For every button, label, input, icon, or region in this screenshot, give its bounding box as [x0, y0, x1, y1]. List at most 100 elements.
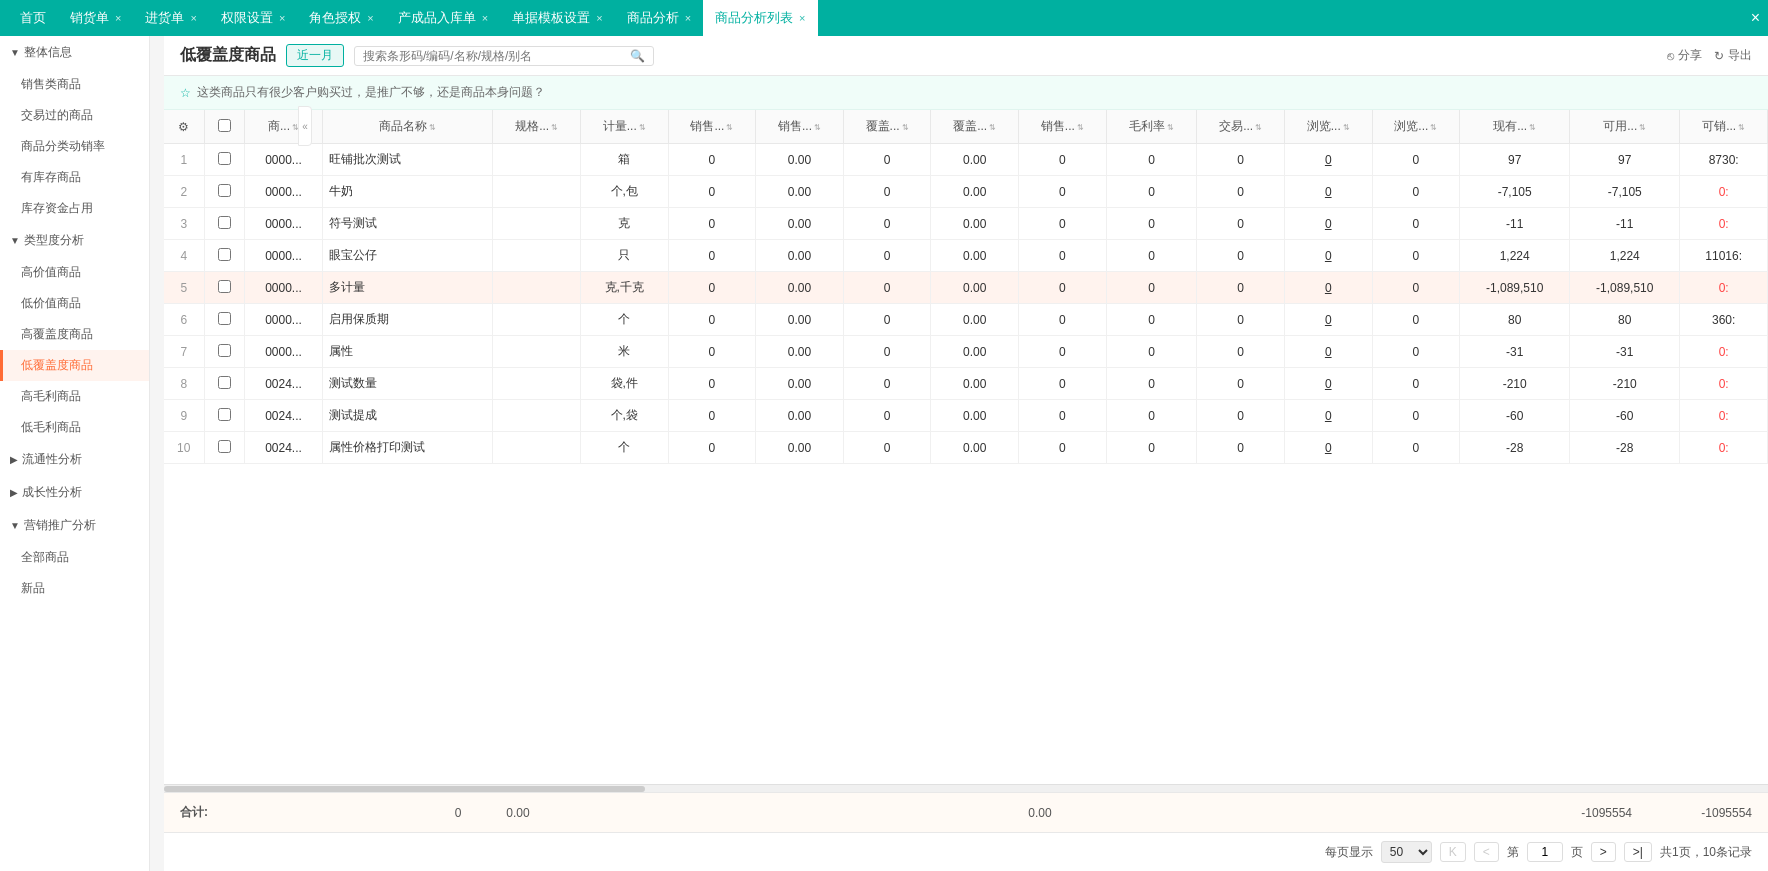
row-checkbox[interactable]: [204, 336, 245, 368]
sidebar-section-overall[interactable]: ▼ 整体信息: [0, 36, 149, 69]
row-view1[interactable]: 0: [1284, 432, 1372, 464]
column-sales1[interactable]: 销售...⇅: [668, 110, 756, 144]
sidebar-section-growth[interactable]: ▶ 成长性分析: [0, 476, 149, 509]
row-view1[interactable]: 0: [1284, 240, 1372, 272]
nav-item-templates[interactable]: 单据模板设置 ×: [500, 0, 614, 36]
column-coverage2[interactable]: 覆盖...⇅: [931, 110, 1019, 144]
row-checkbox[interactable]: [204, 304, 245, 336]
column-checkbox[interactable]: [204, 110, 245, 144]
column-sales3[interactable]: 销售...⇅: [1019, 110, 1107, 144]
prev-page-button[interactable]: <: [1474, 842, 1499, 862]
sidebar-item-sales-goods[interactable]: 销售类商品: [0, 69, 149, 100]
close-icon[interactable]: ×: [685, 12, 691, 24]
sidebar-item-high-margin[interactable]: 高毛利商品: [0, 381, 149, 412]
row-checkbox[interactable]: [204, 176, 245, 208]
next-page-button[interactable]: >: [1591, 842, 1616, 862]
row-checkbox[interactable]: [204, 272, 245, 304]
last-page-button[interactable]: >|: [1624, 842, 1652, 862]
horizontal-scrollbar[interactable]: [164, 784, 1768, 792]
row-name[interactable]: 旺铺批次测试: [322, 144, 492, 176]
nav-item-permissions[interactable]: 权限设置 ×: [209, 0, 297, 36]
share-button[interactable]: ⎋ 分享: [1667, 47, 1702, 64]
nav-item-roles[interactable]: 角色授权 ×: [297, 0, 385, 36]
close-icon[interactable]: ×: [115, 12, 121, 24]
close-icon[interactable]: ×: [367, 12, 373, 24]
page-number-input[interactable]: [1527, 842, 1563, 862]
row-name[interactable]: 多计量: [322, 272, 492, 304]
filter-recent-button[interactable]: 近一月: [286, 44, 344, 67]
close-all-button[interactable]: ×: [1751, 9, 1760, 27]
sidebar-section-type[interactable]: ▼ 类型度分析: [0, 224, 149, 257]
sidebar-item-low-margin[interactable]: 低毛利商品: [0, 412, 149, 443]
column-margin[interactable]: 毛利率⇅: [1106, 110, 1197, 144]
sidebar-item-low-coverage[interactable]: 低覆盖度商品: [0, 350, 149, 381]
close-icon[interactable]: ×: [596, 12, 602, 24]
nav-item-analysis[interactable]: 商品分析 ×: [615, 0, 703, 36]
sidebar-item-stock-capital[interactable]: 库存资金占用: [0, 193, 149, 224]
nav-item-purchase[interactable]: 进货单 ×: [133, 0, 208, 36]
row-name[interactable]: 属性价格打印测试: [322, 432, 492, 464]
row-view1[interactable]: 0: [1284, 144, 1372, 176]
search-input[interactable]: [363, 49, 630, 63]
export-button[interactable]: ↻ 导出: [1714, 47, 1752, 64]
column-spec[interactable]: 规格...⇅: [493, 110, 581, 144]
row-view1[interactable]: 0: [1284, 304, 1372, 336]
row-view1[interactable]: 0: [1284, 272, 1372, 304]
row-name[interactable]: 眼宝公仔: [322, 240, 492, 272]
row-view1[interactable]: 0: [1284, 368, 1372, 400]
sidebar-item-high-value[interactable]: 高价值商品: [0, 257, 149, 288]
row-spec: [493, 304, 581, 336]
sidebar-collapse-button[interactable]: «: [298, 106, 312, 146]
row-name[interactable]: 启用保质期: [322, 304, 492, 336]
search-box[interactable]: 🔍: [354, 46, 654, 66]
column-view1[interactable]: 浏览...⇅: [1284, 110, 1372, 144]
row-name[interactable]: 测试数量: [322, 368, 492, 400]
sidebar-item-category-rate[interactable]: 商品分类动销率: [0, 131, 149, 162]
sidebar-item-in-stock[interactable]: 有库存商品: [0, 162, 149, 193]
sidebar-section-marketing[interactable]: ▼ 营销推广分析: [0, 509, 149, 542]
nav-item-analysis-list[interactable]: 商品分析列表 ×: [703, 0, 817, 36]
row-name[interactable]: 属性: [322, 336, 492, 368]
nav-item-sales[interactable]: 销货单 ×: [58, 0, 133, 36]
row-checkbox[interactable]: [204, 400, 245, 432]
sidebar-item-high-coverage[interactable]: 高覆盖度商品: [0, 319, 149, 350]
column-sales2[interactable]: 销售...⇅: [756, 110, 844, 144]
sidebar-item-new-goods[interactable]: 新品: [0, 573, 149, 604]
row-checkbox[interactable]: [204, 144, 245, 176]
sidebar-item-low-value[interactable]: 低价值商品: [0, 288, 149, 319]
close-icon[interactable]: ×: [279, 12, 285, 24]
row-view1[interactable]: 0: [1284, 336, 1372, 368]
row-name[interactable]: 测试提成: [322, 400, 492, 432]
row-view1[interactable]: 0: [1284, 400, 1372, 432]
first-page-button[interactable]: K: [1440, 842, 1466, 862]
select-all-checkbox[interactable]: [218, 119, 231, 132]
close-icon[interactable]: ×: [190, 12, 196, 24]
close-icon[interactable]: ×: [799, 12, 805, 24]
row-name[interactable]: 符号测试: [322, 208, 492, 240]
row-view1[interactable]: 0: [1284, 176, 1372, 208]
sidebar-item-all-goods[interactable]: 全部商品: [0, 542, 149, 573]
page-size-select[interactable]: 50 100 200: [1381, 841, 1432, 863]
close-icon[interactable]: ×: [482, 12, 488, 24]
gear-icon[interactable]: ⚙: [178, 120, 189, 134]
column-view2[interactable]: 浏览...⇅: [1372, 110, 1460, 144]
nav-item-home[interactable]: 首页: [8, 0, 58, 36]
column-available[interactable]: 可用...⇅: [1570, 110, 1680, 144]
nav-item-products[interactable]: 产成品入库单 ×: [386, 0, 500, 36]
row-name[interactable]: 牛奶: [322, 176, 492, 208]
row-checkbox[interactable]: [204, 208, 245, 240]
row-checkbox[interactable]: [204, 240, 245, 272]
sidebar-item-traded-goods[interactable]: 交易过的商品: [0, 100, 149, 131]
row-checkbox[interactable]: [204, 368, 245, 400]
table-container[interactable]: ⚙ 商...⇅ 商品名称⇅ 规格...⇅ 计量...⇅ 销售...⇅ 销售...…: [164, 110, 1768, 784]
row-checkbox[interactable]: [204, 432, 245, 464]
column-current[interactable]: 现有...⇅: [1460, 110, 1570, 144]
column-gear[interactable]: ⚙: [164, 110, 204, 144]
column-coverage1[interactable]: 覆盖...⇅: [843, 110, 931, 144]
column-unit[interactable]: 计量...⇅: [580, 110, 668, 144]
column-name[interactable]: 商品名称⇅: [322, 110, 492, 144]
column-saleable[interactable]: 可销...⇅: [1680, 110, 1768, 144]
sidebar-section-flow[interactable]: ▶ 流通性分析: [0, 443, 149, 476]
row-view1[interactable]: 0: [1284, 208, 1372, 240]
column-trade[interactable]: 交易...⇅: [1197, 110, 1285, 144]
